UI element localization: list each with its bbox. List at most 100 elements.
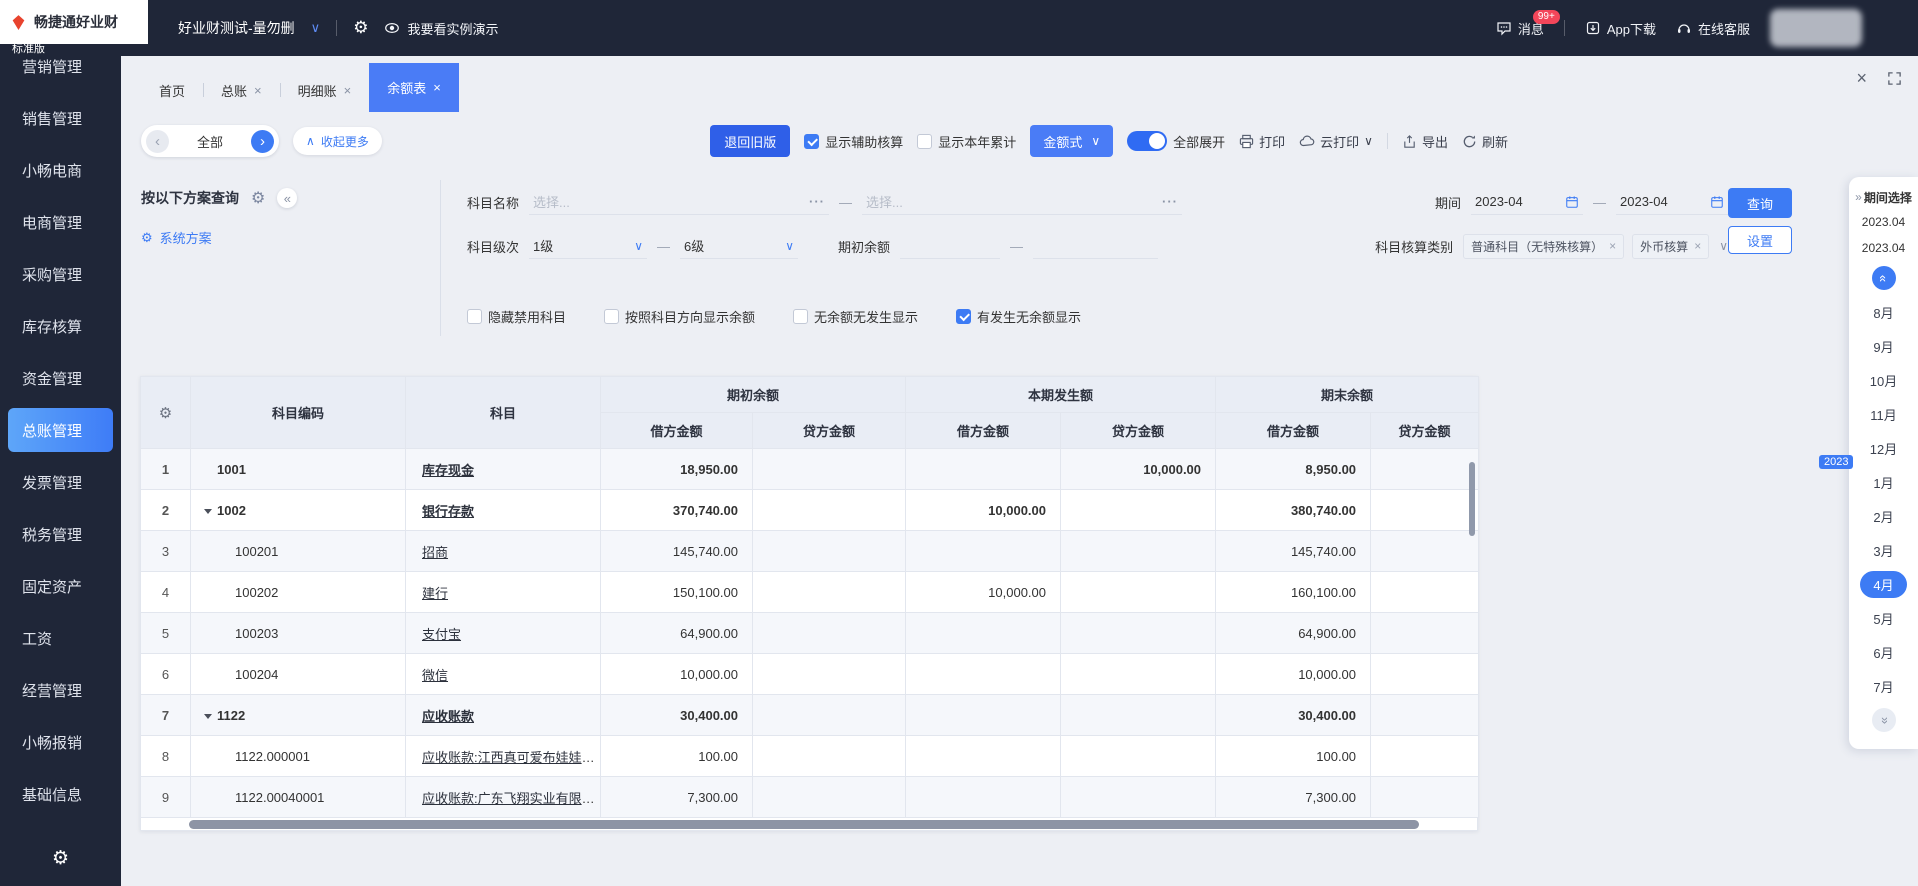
tab[interactable]: 明细账 × <box>279 68 370 112</box>
expand-all-toggle[interactable]: 全部展开 <box>1127 131 1225 151</box>
sidebar-settings-gear-icon[interactable]: ⚙ <box>0 847 121 870</box>
subject-link[interactable]: 应收账款:江西真可爱布娃娃有限责任公司 <box>422 750 600 765</box>
month-item[interactable]: 11月 <box>1849 397 1918 431</box>
subject-link[interactable]: 库存现金 <box>422 463 474 478</box>
messages-button[interactable]: 消息 99+ <box>1496 9 1560 38</box>
level-from-select[interactable]: 1级 ∨ <box>529 233 648 259</box>
sidebar-item[interactable]: 税务管理 <box>0 508 121 560</box>
month-item[interactable]: 7月 <box>1849 669 1918 703</box>
sidebar-item[interactable]: 资金管理 <box>0 352 121 404</box>
subject-link[interactable]: 建行 <box>422 586 448 601</box>
subject-link[interactable]: 应收账款:广东飞翔实业有限公司 <box>422 791 600 806</box>
sidebar-item[interactable]: 小畅电商 <box>0 144 121 196</box>
tab-close-icon[interactable]: × <box>254 83 262 98</box>
sidebar-item[interactable]: 固定资产 <box>0 560 121 612</box>
chevron-down-icon[interactable]: ∨ <box>311 20 321 36</box>
table-row[interactable]: 8 1122.000001 应收账款:江西真可爱布娃娃有限责任公司 100.00… <box>140 735 1480 777</box>
gear-icon[interactable]: ⚙ <box>353 18 368 38</box>
amount-style-dropdown[interactable]: 金额式 ∨ <box>1030 125 1114 157</box>
filter-checkbox[interactable]: 按照科目方向显示余额 <box>604 307 755 326</box>
table-row[interactable]: 5 100203 支付宝 64,900.00 64,900.00 <box>140 612 1480 654</box>
tab[interactable]: 余额表 × <box>369 63 459 112</box>
sidebar-item[interactable]: 总账管理 <box>8 408 113 452</box>
month-item[interactable]: 2月 <box>1849 499 1918 533</box>
settings-button[interactable]: 设置 <box>1728 226 1792 254</box>
month-item[interactable]: 3月 <box>1849 533 1918 567</box>
sidebar-item[interactable]: 工资 <box>0 612 121 664</box>
table-row[interactable]: 9 1122.00040001 应收账款:广东飞翔实业有限公司 7,300.00… <box>140 776 1480 818</box>
subject-link[interactable]: 支付宝 <box>422 627 461 642</box>
checkbox-box[interactable] <box>604 308 620 324</box>
calendar-icon[interactable] <box>1565 195 1579 209</box>
vertical-scrollbar-thumb[interactable] <box>1469 462 1475 536</box>
more-icon[interactable]: ··· <box>1162 194 1178 209</box>
remove-tag-icon[interactable]: × <box>1609 239 1616 253</box>
opening-to-input[interactable] <box>1033 233 1159 259</box>
prev-icon[interactable]: ‹ <box>146 129 169 153</box>
calendar-icon[interactable] <box>1710 195 1724 209</box>
table-settings-gear-icon[interactable]: ⚙ <box>140 376 191 449</box>
collapse-row-icon[interactable] <box>204 508 212 514</box>
checkbox-box[interactable] <box>467 308 482 324</box>
tab-close-icon[interactable]: × <box>433 80 441 95</box>
subject-from-input[interactable]: 选择... ··· <box>529 189 830 215</box>
refresh-button[interactable]: 刷新 <box>1462 132 1508 151</box>
tab[interactable]: 总账 × <box>203 68 280 112</box>
collapse-row-icon[interactable] <box>204 713 212 719</box>
sidebar-item[interactable]: 小畅报销 <box>0 716 121 768</box>
tab-close-icon[interactable]: × <box>344 83 352 98</box>
collapse-panel-icon[interactable]: » <box>1855 190 1862 204</box>
collapse-more-button[interactable]: ∧ 收起更多 <box>293 127 382 155</box>
sidebar-item[interactable]: 销售管理 <box>0 92 121 144</box>
show-ytd-checkbox[interactable]: 显示本年累计 <box>917 132 1016 151</box>
month-item[interactable]: 10月 <box>1849 363 1918 397</box>
print-button[interactable]: 打印 <box>1239 132 1285 151</box>
table-row[interactable]: 4 100202 建行 150,100.00 10,000.00 160,100… <box>140 571 1480 613</box>
month-item[interactable]: 4月 <box>1849 567 1918 601</box>
collapse-left-icon[interactable]: « <box>277 188 298 208</box>
subject-link[interactable]: 应收账款 <box>422 709 474 724</box>
back-to-old-version-button[interactable]: 退回旧版 <box>710 125 791 157</box>
show-aux-accounting-checkbox[interactable]: 显示辅助核算 <box>804 132 903 151</box>
month-item[interactable]: 1月 <box>1849 465 1918 499</box>
subject-link[interactable]: 招商 <box>422 545 448 560</box>
filter-checkbox[interactable]: 隐藏禁用科目 <box>467 307 566 326</box>
sidebar-item[interactable]: 电商管理 <box>0 196 121 248</box>
sidebar-item[interactable]: 发票管理 <box>0 456 121 508</box>
export-button[interactable]: 导出 <box>1402 132 1448 151</box>
period-from-value[interactable]: 2023.04 <box>1862 209 1905 235</box>
sidebar-item[interactable]: 库存核算 <box>0 300 121 352</box>
period-to-input[interactable]: 2023-04 <box>1616 189 1728 215</box>
fullscreen-icon[interactable] <box>1887 71 1902 86</box>
level-to-select[interactable]: 6级 ∨ <box>680 233 799 259</box>
filter-checkbox[interactable]: 无余额无发生显示 <box>793 307 918 326</box>
scroll-months-up-button[interactable]: « <box>1871 266 1896 290</box>
tab[interactable]: 首页 <box>141 68 203 112</box>
more-icon[interactable]: ··· <box>809 194 825 209</box>
scroll-months-down-button[interactable]: « <box>1871 708 1896 732</box>
horizontal-scrollbar[interactable] <box>140 818 1478 831</box>
period-from-input[interactable]: 2023-04 <box>1471 189 1583 215</box>
checkbox-box[interactable] <box>793 308 809 324</box>
month-item[interactable]: 8月 <box>1849 295 1918 329</box>
subject-link[interactable]: 银行存款 <box>422 504 474 519</box>
scrollbar-thumb[interactable] <box>189 820 1419 829</box>
org-selector[interactable]: 好业财测试-量勿删 <box>178 18 295 38</box>
demo-link[interactable]: 我要看实例演示 <box>384 19 498 38</box>
user-avatar[interactable] <box>1770 9 1862 47</box>
month-item[interactable]: 12月 <box>1849 431 1918 465</box>
next-icon[interactable]: › <box>251 129 275 153</box>
checkbox-box[interactable] <box>804 133 820 149</box>
remove-tag-icon[interactable]: × <box>1694 239 1701 253</box>
month-item[interactable]: 9月 <box>1849 329 1918 363</box>
table-row[interactable]: 7 1122 应收账款 30,400.00 30,400.00 <box>140 694 1480 736</box>
period-to-value[interactable]: 2023.04 <box>1862 235 1905 261</box>
opening-from-input[interactable] <box>900 233 1001 259</box>
table-row[interactable]: 3 100201 招商 145,740.00 145,740.00 <box>140 530 1480 572</box>
checkbox-box[interactable] <box>917 133 933 149</box>
toggle-switch[interactable] <box>1127 131 1168 151</box>
scheme-gear-icon[interactable]: ⚙ <box>251 188 265 208</box>
online-support-button[interactable]: 在线客服 <box>1676 19 1750 38</box>
table-row[interactable]: 6 100204 微信 10,000.00 10,000.00 <box>140 653 1480 695</box>
subject-link[interactable]: 微信 <box>422 668 448 683</box>
